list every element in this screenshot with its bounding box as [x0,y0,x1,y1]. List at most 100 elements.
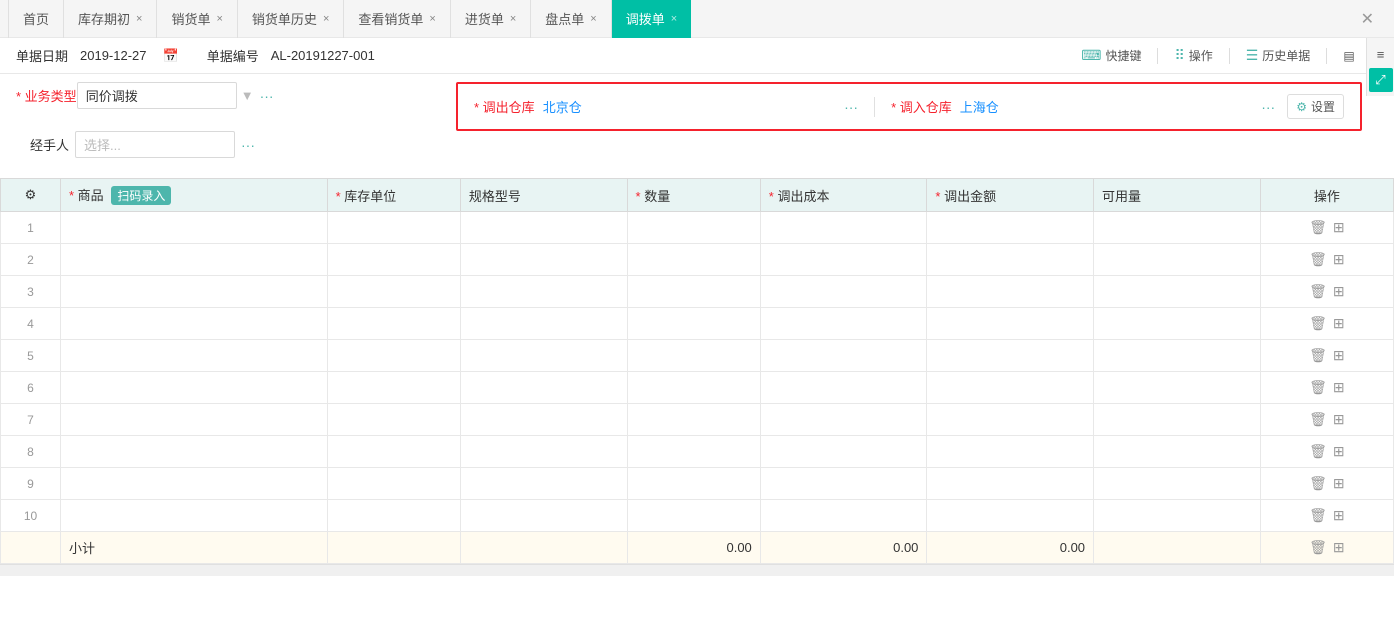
row-available-5[interactable] [1094,340,1261,372]
delete-icon-7[interactable]: 🗑 [1309,411,1327,428]
row-product-2[interactable] [60,244,327,276]
row-qty-1[interactable] [627,212,760,244]
tab-home[interactable]: 首页 [8,0,64,38]
row-unit-6[interactable] [327,372,460,404]
sidebar-list-button[interactable]: ≡ [1369,42,1393,66]
transfer-out-value[interactable]: 北京仓 [543,97,623,116]
row-qty-4[interactable] [627,308,760,340]
row-cost-10[interactable] [760,500,927,532]
copy-icon-6[interactable]: ⊞ [1333,379,1345,396]
row-spec-7[interactable] [460,404,627,436]
row-available-1[interactable] [1094,212,1261,244]
row-available-6[interactable] [1094,372,1261,404]
row-amount-1[interactable] [927,212,1094,244]
row-amount-3[interactable] [927,276,1094,308]
handler-value[interactable]: 选择... [75,131,235,158]
row-available-2[interactable] [1094,244,1261,276]
transfer-out-more-icon[interactable]: ··· [844,99,858,115]
row-product-5[interactable] [60,340,327,372]
delete-icon-10[interactable]: 🗑 [1309,507,1327,524]
row-product-3[interactable] [60,276,327,308]
history-button[interactable]: ☰ 历史单据 [1246,47,1311,64]
row-amount-5[interactable] [927,340,1094,372]
row-cost-3[interactable] [760,276,927,308]
row-available-9[interactable] [1094,468,1261,500]
delete-icon-3[interactable]: 🗑 [1309,283,1327,300]
sidebar-expand-button[interactable]: ⤢ [1369,68,1393,92]
row-spec-10[interactable] [460,500,627,532]
row-amount-2[interactable] [927,244,1094,276]
row-available-3[interactable] [1094,276,1261,308]
delete-icon-9[interactable]: 🗑 [1309,475,1327,492]
scan-button[interactable]: 扫码录入 [111,186,171,205]
row-product-1[interactable] [60,212,327,244]
row-spec-9[interactable] [460,468,627,500]
tab-sales-history-close[interactable]: × [323,13,329,25]
row-available-7[interactable] [1094,404,1261,436]
delete-icon-6[interactable]: 🗑 [1309,379,1327,396]
row-cost-5[interactable] [760,340,927,372]
row-product-4[interactable] [60,308,327,340]
row-qty-10[interactable] [627,500,760,532]
row-unit-7[interactable] [327,404,460,436]
row-cost-4[interactable] [760,308,927,340]
row-product-7[interactable] [60,404,327,436]
business-type-value[interactable]: 同价调拨 [77,82,237,109]
row-product-9[interactable] [60,468,327,500]
tab-transfer-close[interactable]: × [671,13,677,25]
row-spec-4[interactable] [460,308,627,340]
row-available-10[interactable] [1094,500,1261,532]
row-amount-4[interactable] [927,308,1094,340]
business-type-more-icon[interactable]: ··· [260,88,274,104]
row-cost-8[interactable] [760,436,927,468]
copy-icon-7[interactable]: ⊞ [1333,411,1345,428]
row-spec-3[interactable] [460,276,627,308]
transfer-in-value[interactable]: 上海仓 [960,97,1040,116]
copy-icon-10[interactable]: ⊞ [1333,507,1345,524]
business-type-dropdown-icon[interactable]: ▼ [241,88,254,103]
handler-more-icon[interactable]: ··· [241,137,255,153]
copy-icon-2[interactable]: ⊞ [1333,251,1345,268]
copy-icon-4[interactable]: ⊞ [1333,315,1345,332]
row-available-4[interactable] [1094,308,1261,340]
window-close-button[interactable]: ✕ [1349,9,1386,29]
row-cost-7[interactable] [760,404,927,436]
row-unit-3[interactable] [327,276,460,308]
copy-icon-8[interactable]: ⊞ [1333,443,1345,460]
row-unit-2[interactable] [327,244,460,276]
delete-icon-2[interactable]: 🗑 [1309,251,1327,268]
row-spec-8[interactable] [460,436,627,468]
row-amount-9[interactable] [927,468,1094,500]
row-qty-2[interactable] [627,244,760,276]
row-product-10[interactable] [60,500,327,532]
row-unit-5[interactable] [327,340,460,372]
row-cost-2[interactable] [760,244,927,276]
col-header-gear[interactable]: ⚙ [1,179,61,212]
row-cost-9[interactable] [760,468,927,500]
tab-purchase-order-close[interactable]: × [510,13,516,25]
row-cost-1[interactable] [760,212,927,244]
tab-view-sales-close[interactable]: × [429,13,435,25]
tab-inventory-init-close[interactable]: × [136,13,142,25]
gear-icon-header[interactable]: ⚙ [25,187,37,202]
row-available-8[interactable] [1094,436,1261,468]
scroll-bar-area[interactable] [0,564,1394,576]
copy-icon-9[interactable]: ⊞ [1333,475,1345,492]
row-amount-7[interactable] [927,404,1094,436]
tab-purchase-order[interactable]: 进货单 × [451,0,531,38]
tab-sales-history[interactable]: 销货单历史 × [238,0,344,38]
tab-inventory-check-close[interactable]: × [590,13,596,25]
tab-view-sales[interactable]: 查看销货单 × [344,0,450,38]
tab-transfer[interactable]: 调拨单 × [612,0,691,38]
row-spec-2[interactable] [460,244,627,276]
delete-icon-8[interactable]: 🗑 [1309,443,1327,460]
subtotal-delete-icon[interactable]: 🗑 [1309,539,1327,556]
row-amount-8[interactable] [927,436,1094,468]
row-spec-6[interactable] [460,372,627,404]
row-qty-9[interactable] [627,468,760,500]
transfer-in-more-icon[interactable]: ··· [1261,99,1275,115]
row-qty-7[interactable] [627,404,760,436]
layout-button-1[interactable]: ▤ [1343,49,1354,63]
row-spec-1[interactable] [460,212,627,244]
operation-button[interactable]: ⠿ 操作 [1174,47,1212,64]
